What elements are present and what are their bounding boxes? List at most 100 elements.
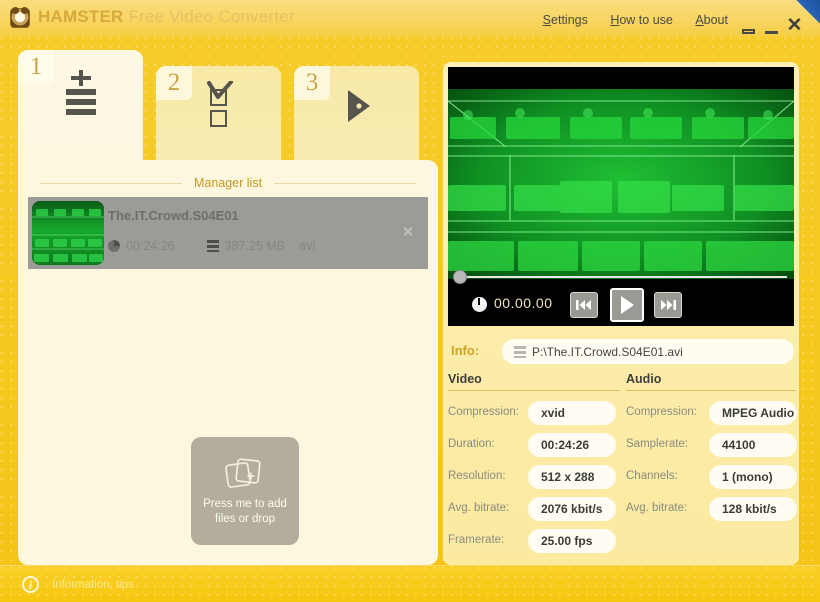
info-icon: i <box>22 576 39 593</box>
manager-list-header: Manager list <box>18 174 438 192</box>
video-player[interactable]: 00.00.00 <box>448 67 794 326</box>
video-field-duration-label: Duration: <box>448 438 495 450</box>
video-field-framerate: Framerate: 25.00 fps <box>448 529 620 553</box>
clock-icon <box>108 240 120 252</box>
list-item[interactable]: The.IT.Crowd.S04E01 00:24:26 387.25 MB a… <box>28 197 428 269</box>
video-section-heading: Video <box>448 372 620 391</box>
audio-field-bitrate: Avg. bitrate: 128 kbit/s <box>626 497 797 521</box>
dropzone-text: Press me to add files or drop <box>203 497 287 527</box>
audio-field-compression-value[interactable]: MPEG Audio <box>709 401 797 425</box>
remove-file-icon[interactable]: ✕ <box>400 225 416 241</box>
manager-list-title: Manager list <box>193 176 263 190</box>
audio-field-samplerate-label: Samplerate: <box>626 438 689 450</box>
video-field-compression: Compression: xvid <box>448 401 620 425</box>
add-files-stack-svg <box>225 458 261 488</box>
page-title: HAMSTER Free Video Converter <box>38 7 295 27</box>
main-menu: Settings How to use About <box>525 11 728 29</box>
title-brand: HAMSTER <box>38 7 124 26</box>
player-time: 00.00.00 <box>494 295 553 311</box>
divider-left <box>40 182 182 184</box>
file-lines-icon <box>514 345 526 358</box>
close-button[interactable]: ✕ <box>786 16 803 35</box>
thumbnail-svg <box>32 201 104 265</box>
list-item-duration-value: 00:24:26 <box>126 239 175 253</box>
video-field-duration: Duration: 00:24:26 <box>448 433 620 457</box>
add-files-dropzone[interactable]: Press me to add files or drop <box>191 437 299 545</box>
menu-item-settings[interactable]: Settings <box>543 13 588 27</box>
checkmark-icon <box>206 81 233 99</box>
list-item-duration: 00:24:26 <box>108 239 175 253</box>
clock-icon <box>472 297 487 312</box>
previous-icon <box>576 300 591 310</box>
edit-checkbox-icon <box>156 81 281 128</box>
menu-item-about-label: bout <box>703 13 728 27</box>
video-frame <box>448 89 794 279</box>
list-item-format: avi <box>299 239 316 253</box>
video-field-bitrate-label: Avg. bitrate: <box>448 502 510 514</box>
dropzone-line-1: Press me to add <box>203 498 287 510</box>
file-path-value: P:\The.IT.Crowd.S04E01.avi <box>532 344 683 359</box>
video-field-compression-label: Compression: <box>448 406 519 418</box>
info-row: Info: P:\The.IT.Crowd.S04E01.avi <box>448 339 794 364</box>
video-field-framerate-label: Framerate: <box>448 534 505 546</box>
list-item-filename: The.IT.Crowd.S04E01 <box>108 208 239 223</box>
video-field-duration-value[interactable]: 00:24:26 <box>528 433 616 457</box>
audio-field-samplerate-value[interactable]: 44100 <box>709 433 797 457</box>
video-field-bitrate-value[interactable]: 2076 kbit/s <box>528 497 616 521</box>
audio-field-compression: Compression: MPEG Audio <box>626 401 797 425</box>
restore-button[interactable] <box>742 29 755 34</box>
video-field-framerate-value[interactable]: 25.00 fps <box>528 529 616 553</box>
audio-section-heading: Audio <box>626 372 796 391</box>
add-files-stack-icon <box>224 455 266 491</box>
video-field-compression-value[interactable]: xvid <box>528 401 616 425</box>
video-field-resolution-label: Resolution: <box>448 470 506 482</box>
video-thumbnail <box>32 201 104 265</box>
play-icon <box>621 296 634 314</box>
preview-info-panel: 00.00.00 Info: P:\The.IT.Crowd.S04E01.av… <box>443 62 799 565</box>
tab-add-file[interactable]: 1 Add file <box>18 50 143 188</box>
list-item-meta: 00:24:26 387.25 MB avi <box>108 237 315 255</box>
menu-item-about[interactable]: About <box>695 13 728 27</box>
list-item-size: 387.25 MB <box>206 239 286 253</box>
seek-handle[interactable] <box>453 270 467 284</box>
tab-edit[interactable]: 2 Edit <box>156 66 281 196</box>
status-bar: i Information, tips <box>0 565 820 602</box>
step-tabs: 1 Add file 2 Edit <box>18 50 438 196</box>
list-item-size-value: 387.25 MB <box>224 239 286 253</box>
seek-slider[interactable] <box>453 270 789 284</box>
title-subtitle: Free Video Converter <box>128 7 295 26</box>
app-window: HAMSTER Free Video Converter Settings How… <box>0 0 820 602</box>
manager-panel: Manager list The.IT.Crowd.S04E01 00:24:2… <box>18 160 438 565</box>
video-field-bitrate: Avg. bitrate: 2076 kbit/s <box>448 497 620 521</box>
file-lines-icon <box>206 240 219 252</box>
audio-field-bitrate-label: Avg. bitrate: <box>626 502 688 514</box>
audio-field-channels: Channels: 1 (mono) <box>626 465 797 489</box>
play-triangle-icon <box>294 84 419 128</box>
info-label: Info: <box>451 343 480 358</box>
file-path-field[interactable]: P:\The.IT.Crowd.S04E01.avi <box>502 339 794 364</box>
menu-item-settings-label: ettings <box>551 13 588 27</box>
dropzone-line-2: files or drop <box>214 513 276 525</box>
play-button[interactable] <box>610 288 644 322</box>
menu-item-how-to-use-label: ow to use <box>619 13 673 27</box>
previous-button[interactable] <box>570 292 598 318</box>
player-controls: 00.00.00 <box>448 284 794 326</box>
next-button[interactable] <box>654 292 682 318</box>
video-field-resolution: Resolution: 512 x 288 <box>448 465 620 489</box>
video-frame-svg <box>448 89 794 279</box>
menu-item-how-to-use[interactable]: How to use <box>610 13 673 27</box>
next-icon <box>661 300 676 310</box>
audio-field-bitrate-value[interactable]: 128 kbit/s <box>709 497 797 521</box>
audio-field-channels-value[interactable]: 1 (mono) <box>709 465 797 489</box>
status-bar-text: Information, tips <box>52 579 134 591</box>
divider-right <box>274 182 416 184</box>
play-triangle-svg <box>347 90 370 122</box>
tab-convert[interactable]: 3 Convert <box>294 66 419 196</box>
seek-track <box>463 276 787 278</box>
minimize-button[interactable] <box>765 31 778 34</box>
audio-field-channels-label: Channels: <box>626 470 678 482</box>
video-field-resolution-value[interactable]: 512 x 288 <box>528 465 616 489</box>
hamster-icon <box>10 7 30 28</box>
audio-field-compression-label: Compression: <box>626 406 697 418</box>
add-file-icon <box>18 70 143 115</box>
